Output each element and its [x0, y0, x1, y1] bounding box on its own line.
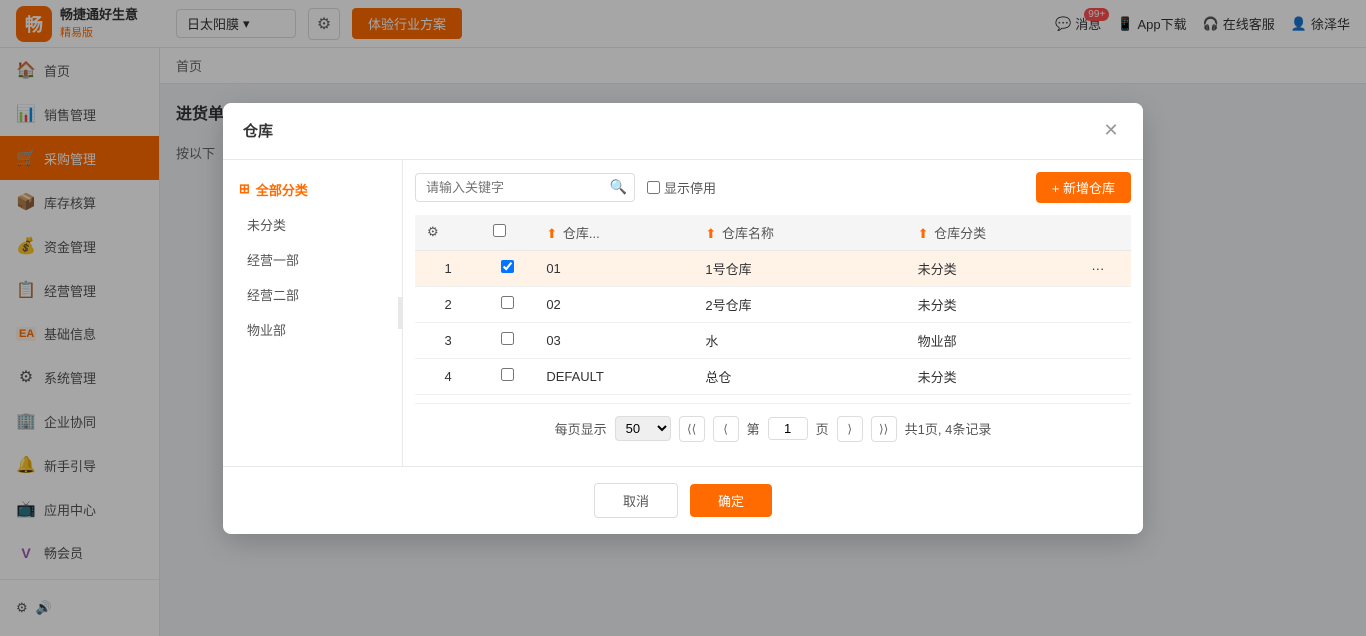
col-header-cat: ⬆ 仓库分类 [906, 215, 1065, 251]
page-label: 第 [747, 419, 760, 438]
cancel-button[interactable]: 取消 [594, 483, 678, 518]
table-panel: 🔍 显示停用 + 新增仓库 ⚙ [403, 160, 1143, 466]
row-name-2: 2号仓库 [693, 286, 905, 322]
row-cat-3: 物业部 [906, 322, 1065, 358]
warehouse-dialog: 仓库 ✕ ⊞ 全部分类 《 未分类 经营一部 经营二部 [223, 103, 1143, 534]
pagination: 每页显示 50 20 100 ⟨⟨ ⟨ 第 页 ⟩ ⟩⟩ 共1页, 4条记录 [415, 403, 1131, 454]
row-more-2[interactable] [1065, 286, 1131, 322]
row-more-1[interactable]: ··· [1065, 250, 1131, 286]
grid-icon: ⊞ [239, 181, 250, 197]
per-page-label: 每页显示 [555, 419, 607, 438]
col-header-settings: ⚙ [415, 215, 481, 251]
row-name-4: 总仓 [693, 358, 905, 394]
per-page-select[interactable]: 50 20 100 [615, 416, 671, 441]
col-header-name: ⬆ 仓库名称 [693, 215, 905, 251]
category-panel: ⊞ 全部分类 《 未分类 经营一部 经营二部 物业部 [223, 160, 403, 466]
row-cat-4: 未分类 [906, 358, 1065, 394]
category-item-property[interactable]: 物业部 [223, 312, 402, 347]
category-collapse-button[interactable]: 《 [398, 297, 403, 329]
row-cat-2: 未分类 [906, 286, 1065, 322]
category-header[interactable]: ⊞ 全部分类 [223, 172, 402, 207]
table-row[interactable]: 1 01 1号仓库 未分类 ··· [415, 250, 1131, 286]
dialog-title: 仓库 [243, 120, 273, 141]
category-item-dept2[interactable]: 经营二部 [223, 277, 402, 312]
last-page-button[interactable]: ⟩⟩ [871, 416, 897, 442]
row-more-3[interactable] [1065, 322, 1131, 358]
table-body: 1 01 1号仓库 未分类 ··· 2 [415, 250, 1131, 394]
category-item-unclassified[interactable]: 未分类 [223, 207, 402, 242]
prev-page-button[interactable]: ⟨ [713, 416, 739, 442]
row-no-4: 4 [415, 358, 481, 394]
row-name-1: 1号仓库 [693, 250, 905, 286]
row-no-3: 3 [415, 322, 481, 358]
sort-icon3: ⬆ [918, 226, 929, 241]
sort-icon: ⬆ [546, 226, 557, 241]
row-check-1[interactable] [481, 250, 534, 286]
table-container: ⚙ ⬆ 仓库... ⬆ [415, 215, 1131, 395]
row-code-3: 03 [534, 322, 693, 358]
col-header-more [1065, 215, 1131, 251]
category-item-dept1[interactable]: 经营一部 [223, 242, 402, 277]
row-more-4[interactable] [1065, 358, 1131, 394]
table-header: ⚙ ⬆ 仓库... ⬆ [415, 215, 1131, 251]
row-check-2[interactable] [481, 286, 534, 322]
settings-col-icon: ⚙ [427, 224, 439, 239]
row-name-3: 水 [693, 322, 905, 358]
row-check-3[interactable] [481, 322, 534, 358]
warehouse-table: ⚙ ⬆ 仓库... ⬆ [415, 215, 1131, 395]
search-bar: 🔍 显示停用 + 新增仓库 [415, 172, 1131, 203]
next-page-button[interactable]: ⟩ [837, 416, 863, 442]
category-all-label: 全部分类 [256, 180, 308, 199]
page-suffix: 页 [816, 419, 829, 438]
dialog-footer: 取消 确定 [223, 466, 1143, 534]
col-header-check [481, 215, 534, 251]
table-row[interactable]: 3 03 水 物业部 [415, 322, 1131, 358]
table-row[interactable]: 4 DEFAULT 总仓 未分类 [415, 358, 1131, 394]
first-page-button[interactable]: ⟨⟨ [679, 416, 705, 442]
select-all-checkbox[interactable] [493, 224, 506, 237]
page-summary: 共1页, 4条记录 [905, 419, 992, 438]
row-check-4[interactable] [481, 358, 534, 394]
search-input[interactable] [415, 173, 635, 202]
row-code-4: DEFAULT [534, 358, 693, 394]
dialog-header: 仓库 ✕ [223, 103, 1143, 160]
show-disabled-label[interactable]: 显示停用 [647, 178, 716, 197]
row-cat-1: 未分类 [906, 250, 1065, 286]
search-input-wrap: 🔍 [415, 173, 635, 202]
dialog-close-button[interactable]: ✕ [1099, 119, 1123, 143]
search-icon[interactable]: 🔍 [610, 179, 627, 196]
row-no-2: 2 [415, 286, 481, 322]
row-no-1: 1 [415, 250, 481, 286]
page-input[interactable] [768, 417, 808, 440]
dialog-body: ⊞ 全部分类 《 未分类 经营一部 经营二部 物业部 [223, 160, 1143, 466]
confirm-button[interactable]: 确定 [690, 484, 772, 517]
sort-icon2: ⬆ [705, 226, 716, 241]
show-disabled-checkbox[interactable] [647, 181, 660, 194]
dialog-overlay: 仓库 ✕ ⊞ 全部分类 《 未分类 经营一部 经营二部 [0, 0, 1366, 636]
table-row[interactable]: 2 02 2号仓库 未分类 [415, 286, 1131, 322]
row-code-2: 02 [534, 286, 693, 322]
row-code-1: 01 [534, 250, 693, 286]
col-header-code: ⬆ 仓库... [534, 215, 693, 251]
add-warehouse-button[interactable]: + 新增仓库 [1036, 172, 1131, 203]
